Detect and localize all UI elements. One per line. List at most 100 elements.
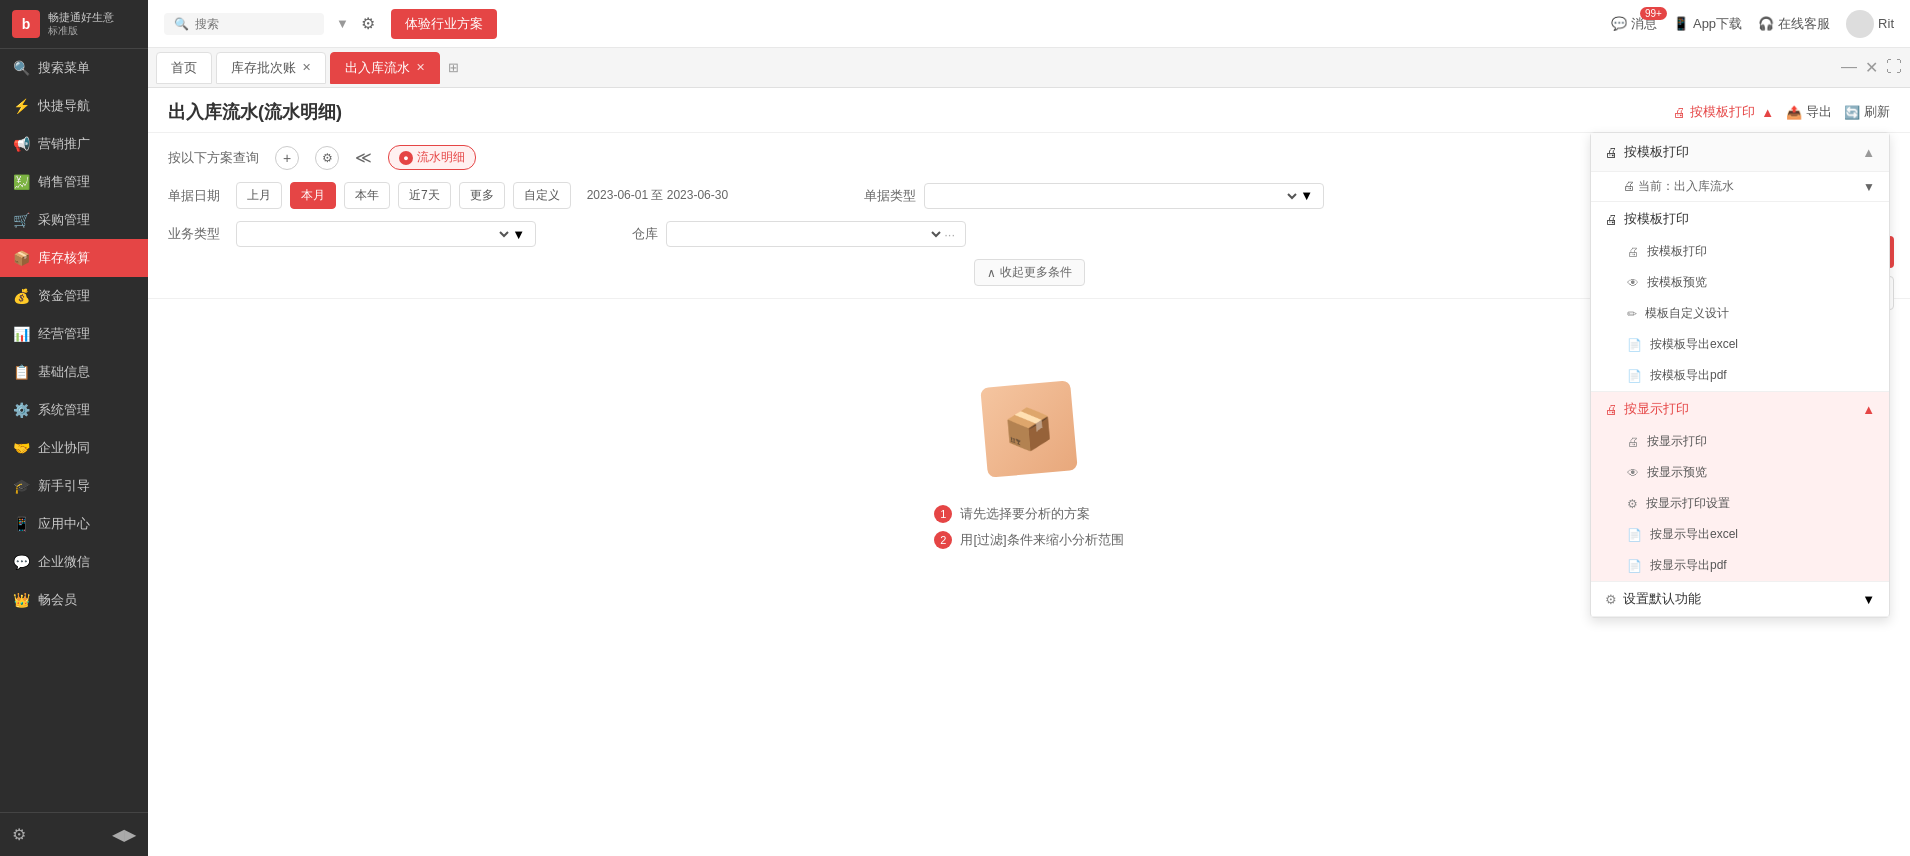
user-profile[interactable]: Rit	[1846, 10, 1894, 38]
sidebar-item-wechat[interactable]: 💬 企业微信	[0, 543, 148, 581]
logo-icon: b	[12, 10, 40, 38]
sidebar-item-sales[interactable]: 💹 销售管理	[0, 163, 148, 201]
print-dropdown-panel: 🖨 按模板打印 ▲ 🖨 当前：出入库流水 ▼	[1590, 132, 1890, 618]
window-close-icon[interactable]: ✕	[1865, 58, 1878, 77]
refresh-icon: 🔄	[1844, 105, 1860, 120]
template-export-excel-label: 按模板导出excel	[1650, 336, 1738, 353]
sidebar-item-marketing[interactable]: 📢 营销推广	[0, 125, 148, 163]
current-label: 🖨 当前：出入库流水	[1623, 178, 1734, 195]
display-print-title: 🖨 按显示打印	[1605, 400, 1689, 418]
template-print-header[interactable]: 🖨 按模板打印	[1591, 202, 1889, 236]
filter-add-button[interactable]: +	[275, 146, 299, 170]
biz-type-select[interactable]	[247, 226, 512, 242]
warehouse-more-icon[interactable]: ···	[944, 227, 955, 242]
tab-stock-flow[interactable]: 出入库流水 ✕	[330, 52, 440, 84]
display-print-label: 按显示打印	[1624, 400, 1689, 418]
tab-stock-close-icon[interactable]: ✕	[416, 61, 425, 74]
tab-batch-account[interactable]: 库存批次账 ✕	[216, 52, 326, 84]
display-print-icon: 🖨	[1605, 402, 1618, 417]
topbar-gear-icon[interactable]: ⚙	[361, 14, 375, 33]
current-chevron-icon[interactable]: ▼	[1863, 180, 1875, 194]
sidebar-item-beginner[interactable]: 🎓 新手引导	[0, 467, 148, 505]
warehouse-select[interactable]	[677, 226, 944, 242]
display-section-chevron-icon[interactable]: ▲	[1862, 402, 1875, 417]
collapse-more-btn[interactable]: ∧ 收起更多条件	[974, 259, 1085, 286]
template-preview-item[interactable]: 👁 按模板预览	[1591, 267, 1889, 298]
page-title: 出入库流水(流水明细)	[168, 100, 342, 124]
empty-hint-1: 1 请先选择要分析的方案	[934, 505, 1123, 523]
empty-hints: 1 请先选择要分析的方案 2 用[过滤]条件来缩小分析范围	[934, 505, 1123, 549]
sidebar-item-label: 新手引导	[38, 477, 90, 495]
tabs-expand-icon[interactable]: ⊞	[448, 60, 459, 75]
refresh-button[interactable]: 🔄 刷新	[1844, 103, 1890, 121]
date-btn-7days[interactable]: 近7天	[398, 182, 451, 209]
print-chevron-icon: ▲	[1761, 105, 1774, 120]
sidebar-item-quick-nav[interactable]: ⚡ 快捷导航	[0, 87, 148, 125]
sidebar-item-inventory[interactable]: 📦 库存核算	[0, 239, 148, 277]
template-design-item[interactable]: ✏ 模板自定义设计	[1591, 298, 1889, 329]
collapse-label: 收起更多条件	[1000, 264, 1072, 281]
template-export-excel-item[interactable]: 📄 按模板导出excel	[1591, 329, 1889, 360]
sidebar-item-management[interactable]: 📊 经营管理	[0, 315, 148, 353]
current-template-text: 当前：出入库流水	[1638, 179, 1734, 193]
sidebar-item-app-center[interactable]: 📱 应用中心	[0, 505, 148, 543]
template-print-item[interactable]: 🖨 按模板打印	[1591, 236, 1889, 267]
sidebar-item-cooperation[interactable]: 🤝 企业协同	[0, 429, 148, 467]
filter-collapse-button[interactable]: ≪	[355, 148, 372, 167]
sidebar-item-purchase[interactable]: 🛒 采购管理	[0, 201, 148, 239]
template-export-pdf-item[interactable]: 📄 按模板导出pdf	[1591, 360, 1889, 391]
display-export-excel-item[interactable]: 📄 按显示导出excel	[1591, 519, 1889, 550]
set-default-header[interactable]: ⚙ 设置默认功能 ▼	[1591, 582, 1889, 616]
display-print-header[interactable]: 🖨 按显示打印 ▲	[1591, 392, 1889, 426]
settings-icon[interactable]: ⚙	[12, 825, 26, 844]
date-btn-this-year[interactable]: 本年	[344, 182, 390, 209]
purchase-icon: 🛒	[12, 211, 30, 229]
display-export-pdf-item[interactable]: 📄 按显示导出pdf	[1591, 550, 1889, 581]
trial-button[interactable]: 体验行业方案	[391, 9, 497, 39]
biz-type-selector[interactable]: ▼	[236, 221, 536, 247]
sidebar-nav: 🔍 搜索菜单 ⚡ 快捷导航 📢 营销推广 💹 销售管理 🛒 采购管理 📦 库存核…	[0, 49, 148, 812]
topbar-search-box[interactable]: 🔍	[164, 13, 324, 35]
type-selector[interactable]: ▼	[924, 183, 1324, 209]
date-btn-more[interactable]: 更多	[459, 182, 505, 209]
tab-batch-close-icon[interactable]: ✕	[302, 61, 311, 74]
warehouse-selector[interactable]: ···	[666, 221, 966, 247]
app-name: 畅捷通好生意	[48, 10, 114, 24]
template-print-item-label: 按模板打印	[1647, 243, 1707, 260]
search-input[interactable]	[195, 17, 295, 31]
display-settings-label: 按显示打印设置	[1646, 495, 1730, 512]
export-icon: 📤	[1786, 105, 1802, 120]
date-btn-custom[interactable]: 自定义	[513, 182, 571, 209]
collapse-sidebar-icon[interactable]: ◀▶	[112, 825, 136, 844]
export-button[interactable]: 📤 导出	[1786, 103, 1832, 121]
sidebar-item-search[interactable]: 🔍 搜索菜单	[0, 49, 148, 87]
tab-home[interactable]: 首页	[156, 52, 212, 84]
dropdown-collapse-icon[interactable]: ▲	[1862, 145, 1875, 160]
set-default-chevron-icon[interactable]: ▼	[1862, 592, 1875, 607]
sidebar-item-system[interactable]: ⚙️ 系统管理	[0, 391, 148, 429]
display-preview-item[interactable]: 👁 按显示预览	[1591, 457, 1889, 488]
message-button[interactable]: 💬 消息 99+	[1611, 15, 1657, 33]
filter-tag-label: 流水明细	[417, 149, 465, 166]
window-minimize-icon[interactable]: —	[1841, 58, 1857, 77]
date-btn-this-month[interactable]: 本月	[290, 182, 336, 209]
date-btn-last-month[interactable]: 上月	[236, 182, 282, 209]
filter-tag[interactable]: ● 流水明细	[388, 145, 476, 170]
sidebar-item-basic-info[interactable]: 📋 基础信息	[0, 353, 148, 391]
filter-settings-button[interactable]: ⚙	[315, 146, 339, 170]
search-chevron-icon[interactable]: ▼	[336, 16, 349, 31]
template-export-pdf-label: 按模板导出pdf	[1650, 367, 1727, 384]
display-print-item[interactable]: 🖨 按显示打印	[1591, 426, 1889, 457]
window-expand-icon[interactable]: ⛶	[1886, 58, 1902, 77]
online-service-button[interactable]: 🎧 在线客服	[1758, 15, 1830, 33]
sidebar-item-member[interactable]: 👑 畅会员	[0, 581, 148, 619]
sidebar-item-finance[interactable]: 💰 资金管理	[0, 277, 148, 315]
filter-section-label: 按以下方案查询	[168, 149, 259, 167]
print-template-button[interactable]: 🖨 按模板打印 ▲	[1673, 103, 1774, 121]
display-print-settings-item[interactable]: ⚙ 按显示打印设置	[1591, 488, 1889, 519]
app-download-button[interactable]: 📱 App下载	[1673, 15, 1742, 33]
biz-type-chevron-icon: ▼	[512, 227, 525, 242]
wechat-icon: 💬	[12, 553, 30, 571]
type-select[interactable]	[935, 188, 1300, 204]
system-icon: ⚙️	[12, 401, 30, 419]
